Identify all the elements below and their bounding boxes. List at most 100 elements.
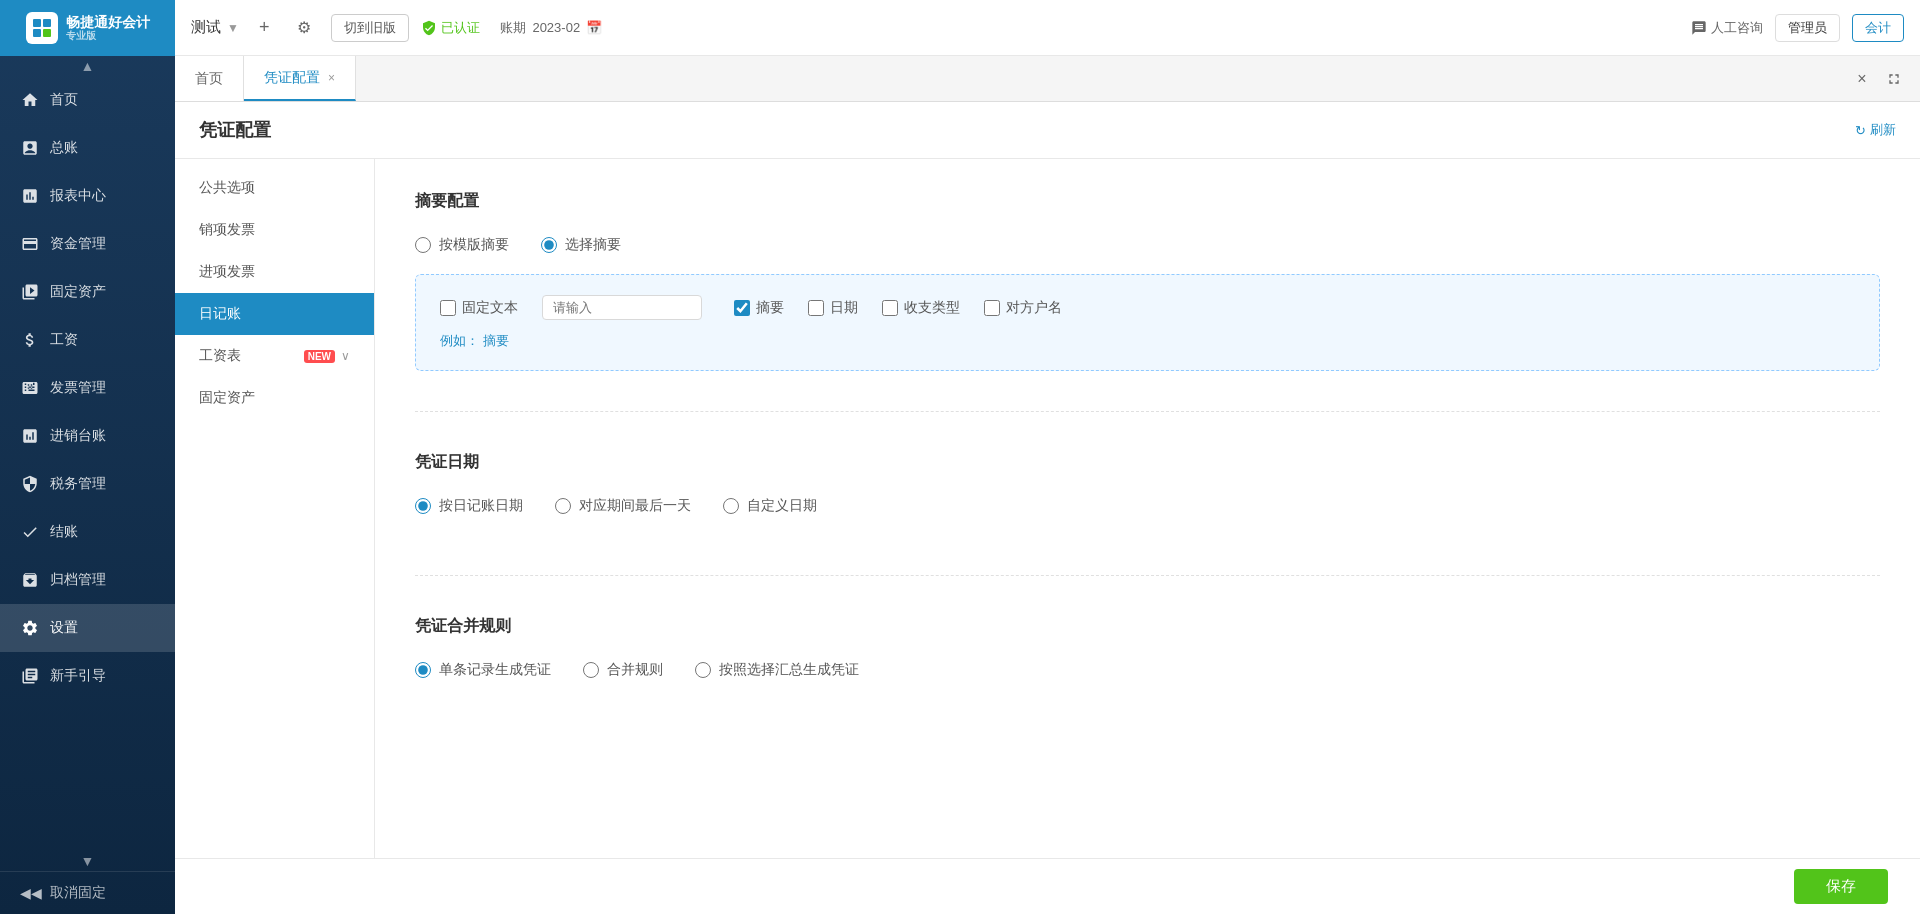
sidebar-cancel-pin[interactable]: ◀◀ 取消固定 <box>0 871 175 914</box>
account-period: 账期 2023-02 📅 <box>500 19 602 37</box>
example-label: 例如： <box>440 333 479 348</box>
checkbox-counterparty-input[interactable] <box>984 300 1000 316</box>
voucher-date-title: 凭证日期 <box>415 452 1880 473</box>
checkbox-payment-type[interactable]: 收支类型 <box>882 299 960 317</box>
radio-custom-date[interactable]: 自定义日期 <box>723 497 817 515</box>
sidebar-item-guide[interactable]: 新手引导 <box>0 652 175 700</box>
calendar-icon[interactable]: 📅 <box>586 20 602 35</box>
checkbox-summary-input[interactable] <box>734 300 750 316</box>
logo-icon <box>26 12 58 44</box>
summary-radio-group: 按模版摘要 选择摘要 <box>415 236 1880 254</box>
add-company-button[interactable]: + <box>251 13 278 42</box>
admin-button[interactable]: 管理员 <box>1775 14 1840 42</box>
radio-select-summary-merge[interactable]: 按照选择汇总生成凭证 <box>695 661 859 679</box>
sidebar-item-home[interactable]: 首页 <box>0 76 175 124</box>
refresh-button[interactable]: ↻ 刷新 <box>1855 121 1896 139</box>
page-header: 凭证配置 ↻ 刷新 <box>175 102 1920 159</box>
checkbox-date-input[interactable] <box>808 300 824 316</box>
fixed-text-input[interactable] <box>542 295 702 320</box>
main-content: 凭证配置 ↻ 刷新 公共选项 销项发票 进项发票 日记账 工资表 NEW <box>175 102 1920 914</box>
checkbox-payment-type-input[interactable] <box>882 300 898 316</box>
nav-label-fixed-assets: 固定资产 <box>199 389 255 407</box>
radio-journal-date-label: 按日记账日期 <box>439 497 523 515</box>
radio-template-summary[interactable]: 按模版摘要 <box>415 236 509 254</box>
nav-item-payroll-table[interactable]: 工资表 NEW ∨ <box>175 335 374 377</box>
radio-journal-date[interactable]: 按日记账日期 <box>415 497 523 515</box>
sidebar-item-fund[interactable]: 资金管理 <box>0 220 175 268</box>
checkbox-fixed-text-input[interactable] <box>440 300 456 316</box>
checkbox-summary[interactable]: 摘要 <box>734 299 784 317</box>
radio-custom-date-input[interactable] <box>723 498 739 514</box>
switch-old-version-button[interactable]: 切到旧版 <box>331 14 409 42</box>
sidebar-item-sales[interactable]: 进销台账 <box>0 412 175 460</box>
sidebar-item-payroll[interactable]: 工资 <box>0 316 175 364</box>
nav-item-journal[interactable]: 日记账 <box>175 293 374 335</box>
assets-icon <box>20 282 40 302</box>
sidebar-scroll-up[interactable]: ▲ <box>0 56 175 76</box>
tab-voucher-config[interactable]: 凭证配置 × <box>244 56 356 101</box>
summary-config-section: 摘要配置 按模版摘要 选择摘要 固定文本 <box>415 191 1880 412</box>
guide-icon <box>20 666 40 686</box>
radio-merge-rules-input[interactable] <box>583 662 599 678</box>
sidebar-item-tax[interactable]: 税务管理 <box>0 460 175 508</box>
invoice-icon <box>20 378 40 398</box>
checkbox-counterparty[interactable]: 对方户名 <box>984 299 1062 317</box>
fund-icon <box>20 234 40 254</box>
tab-voucher-config-close[interactable]: × <box>328 71 335 85</box>
consult-button[interactable]: 人工咨询 <box>1691 19 1763 37</box>
checkbox-counterparty-label: 对方户名 <box>1006 299 1062 317</box>
radio-journal-date-input[interactable] <box>415 498 431 514</box>
verified-label: 已认证 <box>441 19 480 37</box>
accountant-button[interactable]: 会计 <box>1852 14 1904 42</box>
refresh-icon: ↻ <box>1855 123 1866 138</box>
radio-last-day-input[interactable] <box>555 498 571 514</box>
nav-item-purchase-invoice[interactable]: 进项发票 <box>175 251 374 293</box>
sidebar-item-label-sales: 进销台账 <box>50 427 106 445</box>
radio-select-summary[interactable]: 选择摘要 <box>541 236 621 254</box>
radio-select-summary-input[interactable] <box>541 237 557 253</box>
checkbox-fixed-text-label: 固定文本 <box>462 299 518 317</box>
radio-single-record-input[interactable] <box>415 662 431 678</box>
sidebar-item-label-settlement: 结账 <box>50 523 78 541</box>
nav-item-sales-invoice[interactable]: 销项发票 <box>175 209 374 251</box>
sidebar-item-label-archive: 归档管理 <box>50 571 106 589</box>
radio-last-day[interactable]: 对应期间最后一天 <box>555 497 691 515</box>
radio-merge-rules[interactable]: 合并规则 <box>583 661 663 679</box>
radio-template-summary-label: 按模版摘要 <box>439 236 509 254</box>
nav-item-fixed-assets[interactable]: 固定资产 <box>175 377 374 419</box>
sidebar-item-settings[interactable]: 设置 <box>0 604 175 652</box>
company-name-area[interactable]: 测试 ▼ <box>191 18 239 37</box>
checkbox-date[interactable]: 日期 <box>808 299 858 317</box>
sidebar-item-archive[interactable]: 归档管理 <box>0 556 175 604</box>
sidebar-nav: 首页 总账 报表中心 资金管理 固定资产 <box>0 76 175 851</box>
sidebar-item-label-payroll: 工资 <box>50 331 78 349</box>
home-icon <box>20 90 40 110</box>
nav-label-payroll-table: 工资表 <box>199 347 241 365</box>
verified-badge: 已认证 <box>421 19 480 37</box>
checkbox-payment-type-label: 收支类型 <box>904 299 960 317</box>
sidebar-item-invoice[interactable]: 发票管理 <box>0 364 175 412</box>
tab-close-button[interactable]: × <box>1848 65 1876 93</box>
checkbox-fixed-text[interactable]: 固定文本 <box>440 299 518 317</box>
sidebar-scroll-down[interactable]: ▼ <box>0 851 175 871</box>
sidebar-item-label-home: 首页 <box>50 91 78 109</box>
sidebar-item-label-ledger: 总账 <box>50 139 78 157</box>
sales-icon <box>20 426 40 446</box>
save-button[interactable]: 保存 <box>1794 869 1888 904</box>
sidebar-item-settlement[interactable]: 结账 <box>0 508 175 556</box>
sidebar-logo: 畅捷通好会计 专业版 <box>0 0 175 56</box>
radio-template-summary-input[interactable] <box>415 237 431 253</box>
tab-home[interactable]: 首页 <box>175 56 244 101</box>
settings-button[interactable]: ⚙ <box>289 14 319 41</box>
nav-item-public-options[interactable]: 公共选项 <box>175 167 374 209</box>
sidebar-item-label-invoice: 发票管理 <box>50 379 106 397</box>
sidebar-item-report[interactable]: 报表中心 <box>0 172 175 220</box>
radio-select-summary-merge-input[interactable] <box>695 662 711 678</box>
sidebar-item-general-ledger[interactable]: 总账 <box>0 124 175 172</box>
radio-single-record[interactable]: 单条记录生成凭证 <box>415 661 551 679</box>
sidebar-item-fixed-assets[interactable]: 固定资产 <box>0 268 175 316</box>
sidebar-item-label-guide: 新手引导 <box>50 667 106 685</box>
header: 测试 ▼ + ⚙ 切到旧版 已认证 账期 2023-02 📅 人工咨询 管理员 … <box>175 0 1920 56</box>
radio-merge-rules-label: 合并规则 <box>607 661 663 679</box>
tab-expand-button[interactable] <box>1880 65 1908 93</box>
